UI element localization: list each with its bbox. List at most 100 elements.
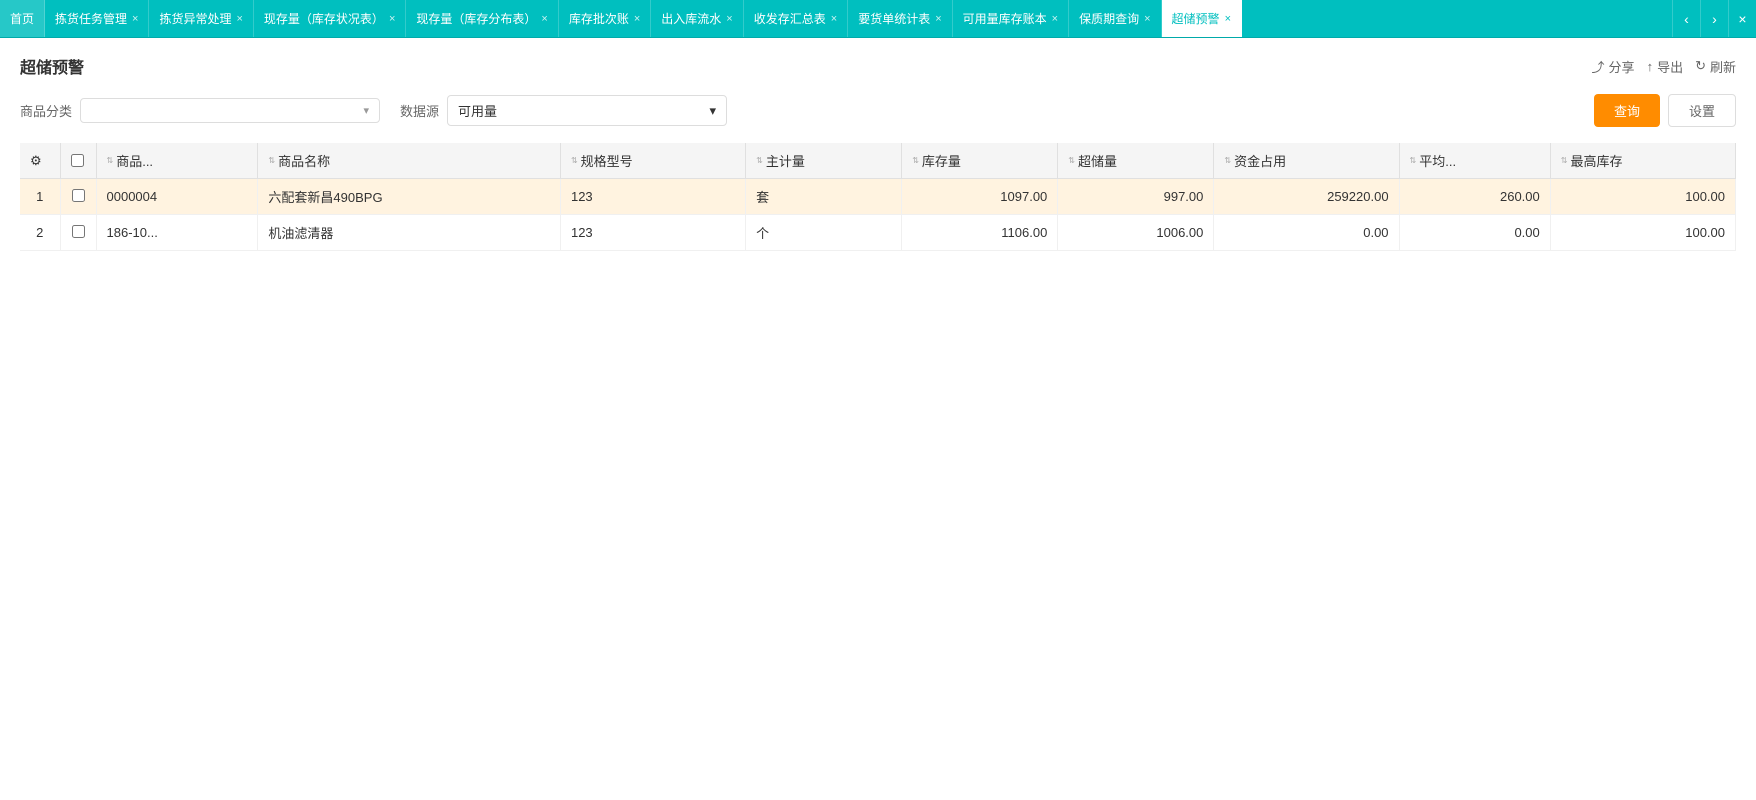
header-actions: ⤴ 分享 ↑ 导出 ↻ 刷新 [1592, 57, 1736, 76]
filter-actions: 查询 设置 [1594, 94, 1736, 127]
nav-label-summary: 收发存汇总表 [754, 10, 826, 27]
nav-item-summary[interactable]: 收发存汇总表 × [744, 0, 848, 37]
row-capital-0: 259220.00 [1214, 179, 1399, 215]
sort-icon: ⇅ [107, 157, 114, 165]
nav-item-batch[interactable]: 库存批次账 × [559, 0, 651, 37]
nav-item-stock-status[interactable]: 现存量（库存状况表） × [254, 0, 406, 37]
query-button[interactable]: 查询 [1594, 94, 1660, 127]
nav-item-exception[interactable]: 拣货异常处理 × [149, 0, 253, 37]
nav-label-demand: 要货单统计表 [858, 10, 930, 27]
col-stock[interactable]: ⇅ 库存量 [902, 143, 1058, 179]
page-header: 超储预警 ⤴ 分享 ↑ 导出 ↻ 刷新 [20, 54, 1736, 78]
nav-close-expiry[interactable]: × [1144, 13, 1150, 25]
nav-close-stock-status[interactable]: × [389, 13, 395, 25]
nav-item-expiry[interactable]: 保质期查询 × [1069, 0, 1161, 37]
col-capital[interactable]: ⇅ 资金占用 [1214, 143, 1399, 179]
nav-label-exception: 拣货异常处理 [159, 10, 231, 27]
share-label: 分享 [1609, 57, 1635, 76]
col-unit-label: 主计量 [766, 151, 805, 170]
nav-close-summary[interactable]: × [831, 13, 837, 25]
col-unit[interactable]: ⇅ 主计量 [746, 143, 902, 179]
refresh-label: 刷新 [1710, 57, 1736, 76]
row-checkbox-1 [60, 215, 96, 251]
nav-item-stock-dist[interactable]: 现存量（库存分布表） × [406, 0, 558, 37]
nav-label-stock-dist: 现存量（库存分布表） [416, 10, 536, 27]
col-checkbox [60, 143, 96, 179]
nav-item-flow[interactable]: 出入库流水 × [651, 0, 743, 37]
category-chevron-icon: ▾ [363, 104, 369, 117]
share-button[interactable]: ⤴ 分享 [1592, 57, 1635, 76]
row-unit-1: 个 [746, 215, 902, 251]
select-all-checkbox[interactable] [71, 154, 84, 167]
gear-icon[interactable]: ⚙ [30, 153, 42, 169]
nav-label-overstock: 超储预警 [1172, 10, 1220, 27]
col-overstock[interactable]: ⇅ 超储量 [1058, 143, 1214, 179]
datasource-filter: 数据源 可用量 ▾ [400, 95, 727, 126]
sort-icon-capital: ⇅ [1224, 157, 1231, 165]
col-product-name[interactable]: ⇅ 商品名称 [258, 143, 561, 179]
page-container: 超储预警 ⤴ 分享 ↑ 导出 ↻ 刷新 商品分类 ▾ 数据源 [0, 38, 1756, 267]
row-max-stock-1: 100.00 [1550, 215, 1735, 251]
col-avg[interactable]: ⇅ 平均... [1399, 143, 1550, 179]
nav-next-button[interactable]: › [1700, 0, 1728, 37]
nav-item-overstock[interactable]: 超储预警 × [1162, 0, 1242, 37]
refresh-button[interactable]: ↻ 刷新 [1695, 57, 1736, 76]
nav-close-flow[interactable]: × [726, 13, 732, 25]
row-max-stock-0: 100.00 [1550, 179, 1735, 215]
row-select-1[interactable] [72, 225, 85, 238]
row-overstock-1: 1006.00 [1058, 215, 1214, 251]
export-button[interactable]: ↑ 导出 [1647, 57, 1684, 76]
col-spec-label: 规格型号 [581, 151, 633, 170]
col-stock-label: 库存量 [922, 151, 961, 170]
nav-label-task: 拣货任务管理 [55, 10, 127, 27]
nav-item-demand[interactable]: 要货单统计表 × [848, 0, 952, 37]
col-max-stock[interactable]: ⇅ 最高库存 [1550, 143, 1735, 179]
nav-label-expiry: 保质期查询 [1079, 10, 1139, 27]
nav-close-all-button[interactable]: × [1728, 0, 1756, 37]
sort-icon-unit: ⇅ [756, 157, 763, 165]
nav-close-stock-dist[interactable]: × [541, 13, 547, 25]
filter-row: 商品分类 ▾ 数据源 可用量 ▾ 查询 设置 [20, 94, 1736, 127]
nav-close-exception[interactable]: × [236, 13, 242, 25]
nav-item-task[interactable]: 拣货任务管理 × [45, 0, 149, 37]
row-select-0[interactable] [72, 189, 85, 202]
sort-icon-max: ⇅ [1561, 157, 1568, 165]
data-table: ⚙ ⇅ 商品... ⇅ 商品名称 [20, 143, 1736, 251]
category-select[interactable]: ▾ [80, 98, 380, 123]
nav-item-home[interactable]: 首页 [0, 0, 45, 37]
nav-prev-button[interactable]: ‹ [1672, 0, 1700, 37]
row-num-0: 1 [20, 179, 60, 215]
row-capital-1: 0.00 [1214, 215, 1399, 251]
datasource-select[interactable]: 可用量 ▾ [447, 95, 727, 126]
row-avg-0: 260.00 [1399, 179, 1550, 215]
row-product-name-0: 六配套新昌490BPG [258, 179, 561, 215]
nav-item-avail[interactable]: 可用量库存账本 × [953, 0, 1069, 37]
table-row: 2 186-10... 机油滤清器 123 个 1106.00 1006.00 … [20, 215, 1736, 251]
sort-icon-name: ⇅ [268, 157, 275, 165]
nav-close-batch[interactable]: × [634, 13, 640, 25]
sort-icon-overstock: ⇅ [1068, 157, 1075, 165]
sort-icon-avg: ⇅ [1410, 157, 1417, 165]
page-title: 超储预警 [20, 54, 84, 78]
col-spec[interactable]: ⇅ 规格型号 [560, 143, 745, 179]
nav-label-avail: 可用量库存账本 [963, 10, 1047, 27]
row-avg-1: 0.00 [1399, 215, 1550, 251]
nav-label-flow: 出入库流水 [661, 10, 721, 27]
sort-icon-spec: ⇅ [571, 157, 578, 165]
top-navigation: 首页 拣货任务管理 × 拣货异常处理 × 现存量（库存状况表） × 现存量（库存… [0, 0, 1756, 38]
nav-close-overstock[interactable]: × [1225, 13, 1231, 25]
row-product-code-0: 0000004 [96, 179, 258, 215]
nav-close-avail[interactable]: × [1052, 13, 1058, 25]
category-label: 商品分类 [20, 101, 72, 120]
row-unit-0: 套 [746, 179, 902, 215]
nav-close-task[interactable]: × [132, 13, 138, 25]
col-product-code[interactable]: ⇅ 商品... [96, 143, 258, 179]
nav-close-demand[interactable]: × [935, 13, 941, 25]
col-avg-label: 平均... [1419, 151, 1456, 170]
export-icon: ↑ [1647, 59, 1654, 74]
row-product-code-1: 186-10... [96, 215, 258, 251]
table-body: 1 0000004 六配套新昌490BPG 123 套 1097.00 997.… [20, 179, 1736, 251]
row-stock-0: 1097.00 [902, 179, 1058, 215]
settings-button[interactable]: 设置 [1668, 94, 1736, 127]
table-row: 1 0000004 六配套新昌490BPG 123 套 1097.00 997.… [20, 179, 1736, 215]
